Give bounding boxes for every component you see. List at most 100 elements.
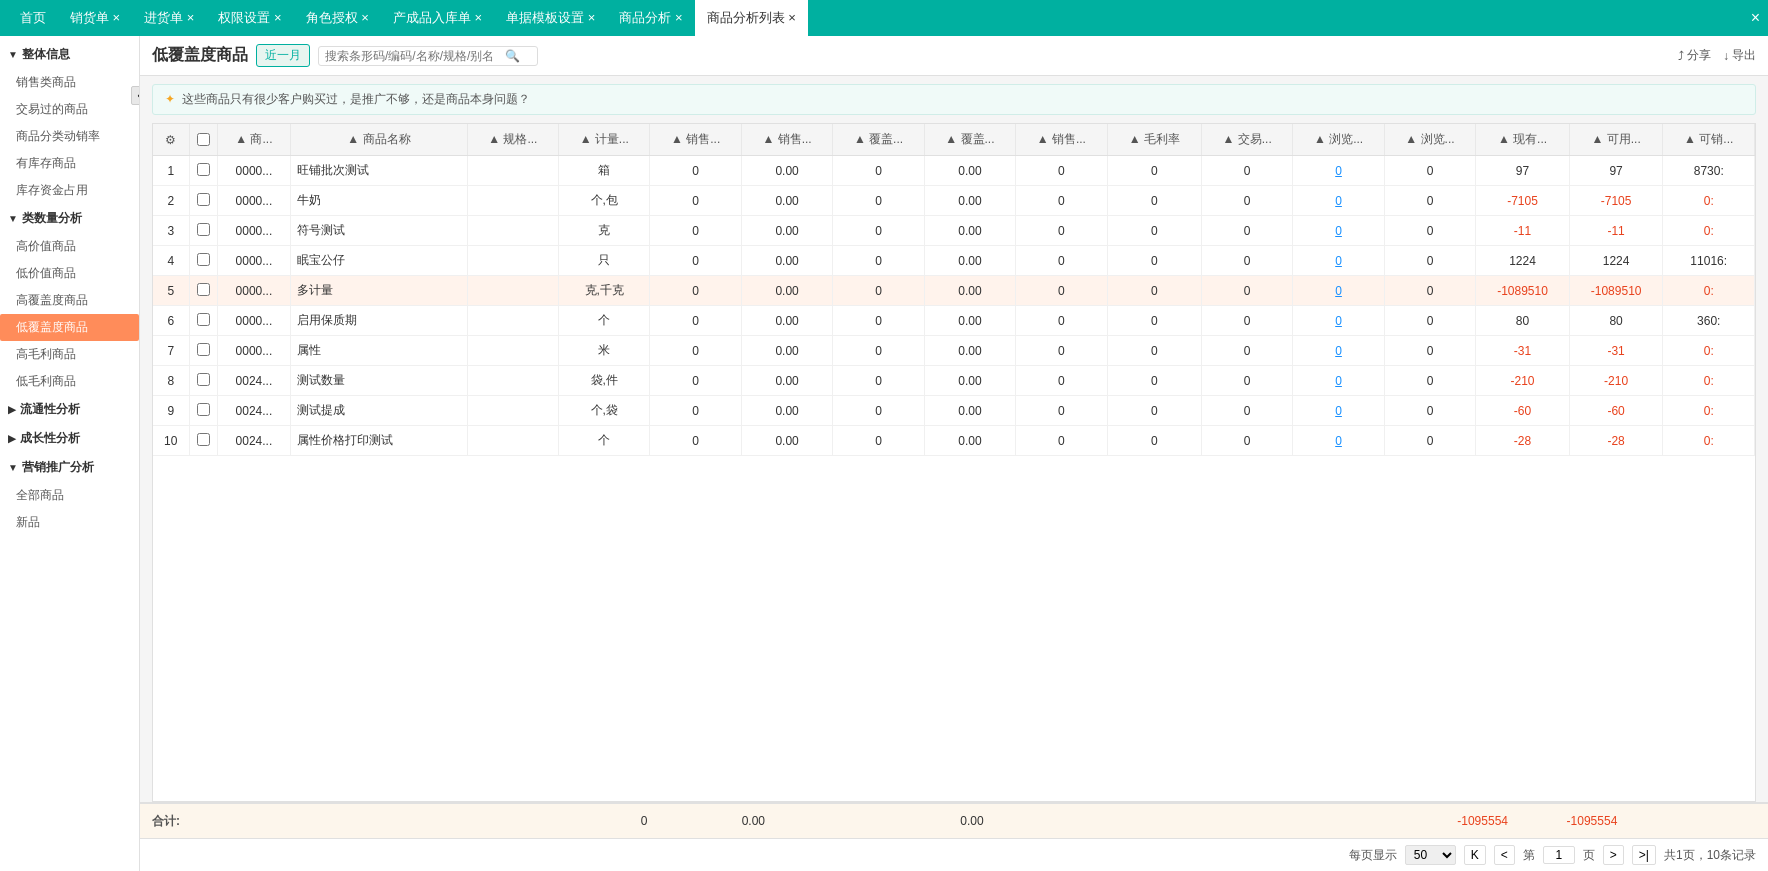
nav-product-analysis[interactable]: 商品分析 × [607,0,694,36]
th-browse2: ▲ 浏览... [1384,124,1475,156]
table-row[interactable]: 10000...旺铺批次测试箱00.0000.000000097978730: [153,156,1755,186]
notice-text: 这些商品只有很少客户购买过，是推广不够，还是商品本身问题？ [182,92,530,106]
th-sales3: ▲ 销售... [1016,124,1107,156]
per-page-select[interactable]: 50 20 100 [1405,845,1456,865]
search-input[interactable] [325,49,505,63]
sidebar: ▼ 整体信息 销售类商品 交易过的商品 商品分类动销率 有库存商品 库存资金占用… [0,36,140,871]
table-row[interactable]: 90024...测试提成个,袋00.0000.0000000-60-600: [153,396,1755,426]
table-container[interactable]: ⚙ ▲ 商... ▲ 商品名称 ▲ 规格... ▲ 计量... ▲ 销售... … [152,123,1756,802]
export-label: 导出 [1732,47,1756,64]
sidebar-item-new-products[interactable]: 新品 [0,509,139,536]
th-spec: ▲ 规格... [467,124,558,156]
table-header-row: ⚙ ▲ 商... ▲ 商品名称 ▲ 规格... ▲ 计量... ▲ 销售... … [153,124,1755,156]
sidebar-section-label-quantity: 类数量分析 [22,210,82,227]
close-icon[interactable]: × [1751,9,1760,27]
table-row[interactable]: 100024...属性价格打印测试个00.0000.0000000-28-280… [153,426,1755,456]
table-row[interactable]: 70000...属性米00.0000.0000000-31-310: [153,336,1755,366]
nav-home[interactable]: 首页 [8,0,58,36]
page-suffix: 页 [1583,847,1595,864]
total-s2: 0.00 [699,810,808,832]
table-row[interactable]: 80024...测试数量袋,件00.0000.0000000-210-2100: [153,366,1755,396]
sidebar-item-low-margin[interactable]: 低毛利商品 [0,368,139,395]
footer-total: 合计: 0 0.00 0.00 -1095554 -1095554 [140,802,1768,838]
nav-permissions[interactable]: 权限设置 × [206,0,293,36]
nav-purchase[interactable]: 进货单 × [132,0,206,36]
sidebar-item-high-value[interactable]: 高价值商品 [0,233,139,260]
sidebar-item-stock-capital[interactable]: 库存资金占用 [0,177,139,204]
total-info: 共1页，10条记录 [1664,847,1756,864]
th-stock3: ▲ 可销... [1663,124,1755,156]
sidebar-item-all-products[interactable]: 全部商品 [0,482,139,509]
content-area: 低覆盖度商品 近一月 🔍 ⤴ 分享 ↓ 导出 ✦ 这些商品只有很少客户购买过，是… [140,36,1768,871]
nav-product-entry[interactable]: 产成品入库单 × [381,0,494,36]
sidebar-item-traded-products[interactable]: 交易过的商品 [0,96,139,123]
th-sales2: ▲ 销售... [741,124,832,156]
pagination: 每页显示 50 20 100 K < 第 页 > >| 共1页，10条记录 [140,838,1768,871]
table-row[interactable]: 60000...启用保质期个00.0000.00000008080360: [153,306,1755,336]
th-stock2: ▲ 可用... [1569,124,1663,156]
sidebar-section-growth[interactable]: ▶ 成长性分析 [0,424,139,453]
total-c2: 0.00 [917,810,1026,832]
share-icon: ⤴ [1678,49,1684,63]
th-code: ▲ 商... [217,124,291,156]
chevron-down-icon: ▼ [8,49,18,60]
share-button[interactable]: ⤴ 分享 [1678,47,1711,64]
sidebar-item-category-sales-rate[interactable]: 商品分类动销率 [0,123,139,150]
table-row[interactable]: 30000...符号测试克00.0000.0000000-11-110: [153,216,1755,246]
current-page-input[interactable] [1543,846,1575,864]
share-label: 分享 [1687,47,1711,64]
total-values: 0 0.00 0.00 -1095554 -1095554 [188,810,1756,832]
total-spacer3 [1027,810,1428,832]
th-trade: ▲ 交易... [1201,124,1292,156]
per-page-label: 每页显示 [1349,847,1397,864]
page-label: 第 [1523,847,1535,864]
search-box: 🔍 [318,46,538,66]
chevron-down-icon: ▼ [8,462,18,473]
th-settings[interactable]: ⚙ [153,124,189,156]
total-spacer1 [188,810,589,832]
total-s1: 0 [589,810,698,832]
sidebar-collapse-btn[interactable]: « [131,86,140,105]
table-row[interactable]: 50000...多计量克,千克00.0000.0000000-1089510-1… [153,276,1755,306]
last-page-btn[interactable]: >| [1632,845,1656,865]
th-browse1: ▲ 浏览... [1293,124,1384,156]
nav-template-settings[interactable]: 单据模板设置 × [494,0,607,36]
table-row[interactable]: 20000...牛奶个,包00.0000.0000000-7105-71050: [153,186,1755,216]
th-checkbox[interactable] [189,124,217,156]
sidebar-item-low-coverage[interactable]: 低覆盖度商品 [0,314,139,341]
first-page-btn[interactable]: K [1464,845,1486,865]
export-button[interactable]: ↓ 导出 [1723,47,1756,64]
table-row[interactable]: 40000...眠宝公仔只00.0000.0000000122412241101… [153,246,1755,276]
sidebar-section-circulation[interactable]: ▶ 流通性分析 [0,395,139,424]
nav-sales[interactable]: 销货单 × [58,0,132,36]
sidebar-section-label-overall: 整体信息 [22,46,70,63]
time-filter-badge[interactable]: 近一月 [256,44,310,67]
sidebar-item-sales-products[interactable]: 销售类商品 [0,69,139,96]
next-page-btn[interactable]: > [1603,845,1624,865]
th-margin: ▲ 毛利率 [1107,124,1201,156]
main-area: ▼ 整体信息 销售类商品 交易过的商品 商品分类动销率 有库存商品 库存资金占用… [0,36,1768,871]
sidebar-item-low-value[interactable]: 低价值商品 [0,260,139,287]
nav-role[interactable]: 角色授权 × [294,0,381,36]
sidebar-section-overall[interactable]: ▼ 整体信息 [0,40,139,69]
nav-product-analysis-list[interactable]: 商品分析列表 × [695,0,808,36]
th-name: ▲ 商品名称 [291,124,467,156]
sidebar-item-in-stock[interactable]: 有库存商品 [0,150,139,177]
data-table: ⚙ ▲ 商... ▲ 商品名称 ▲ 规格... ▲ 计量... ▲ 销售... … [153,124,1755,456]
page-title: 低覆盖度商品 [152,45,248,66]
search-icon[interactable]: 🔍 [505,49,520,63]
sidebar-section-quantity-analysis[interactable]: ▼ 类数量分析 [0,204,139,233]
sidebar-section-marketing[interactable]: ▼ 营销推广分析 [0,453,139,482]
prev-page-btn[interactable]: < [1494,845,1515,865]
total-stock2: -1095554 [1537,810,1646,832]
total-stock1: -1095554 [1428,810,1537,832]
sidebar-item-high-coverage[interactable]: 高覆盖度商品 [0,287,139,314]
notice-bar: ✦ 这些商品只有很少客户购买过，是推广不够，还是商品本身问题？ [152,84,1756,115]
sidebar-section-label-marketing: 营销推广分析 [22,459,94,476]
star-icon: ✦ [165,92,175,106]
select-all-checkbox[interactable] [197,133,210,146]
chevron-down-icon: ▼ [8,213,18,224]
sidebar-item-high-margin[interactable]: 高毛利商品 [0,341,139,368]
sidebar-section-label-circulation: 流通性分析 [20,401,80,418]
export-icon: ↓ [1723,49,1729,63]
